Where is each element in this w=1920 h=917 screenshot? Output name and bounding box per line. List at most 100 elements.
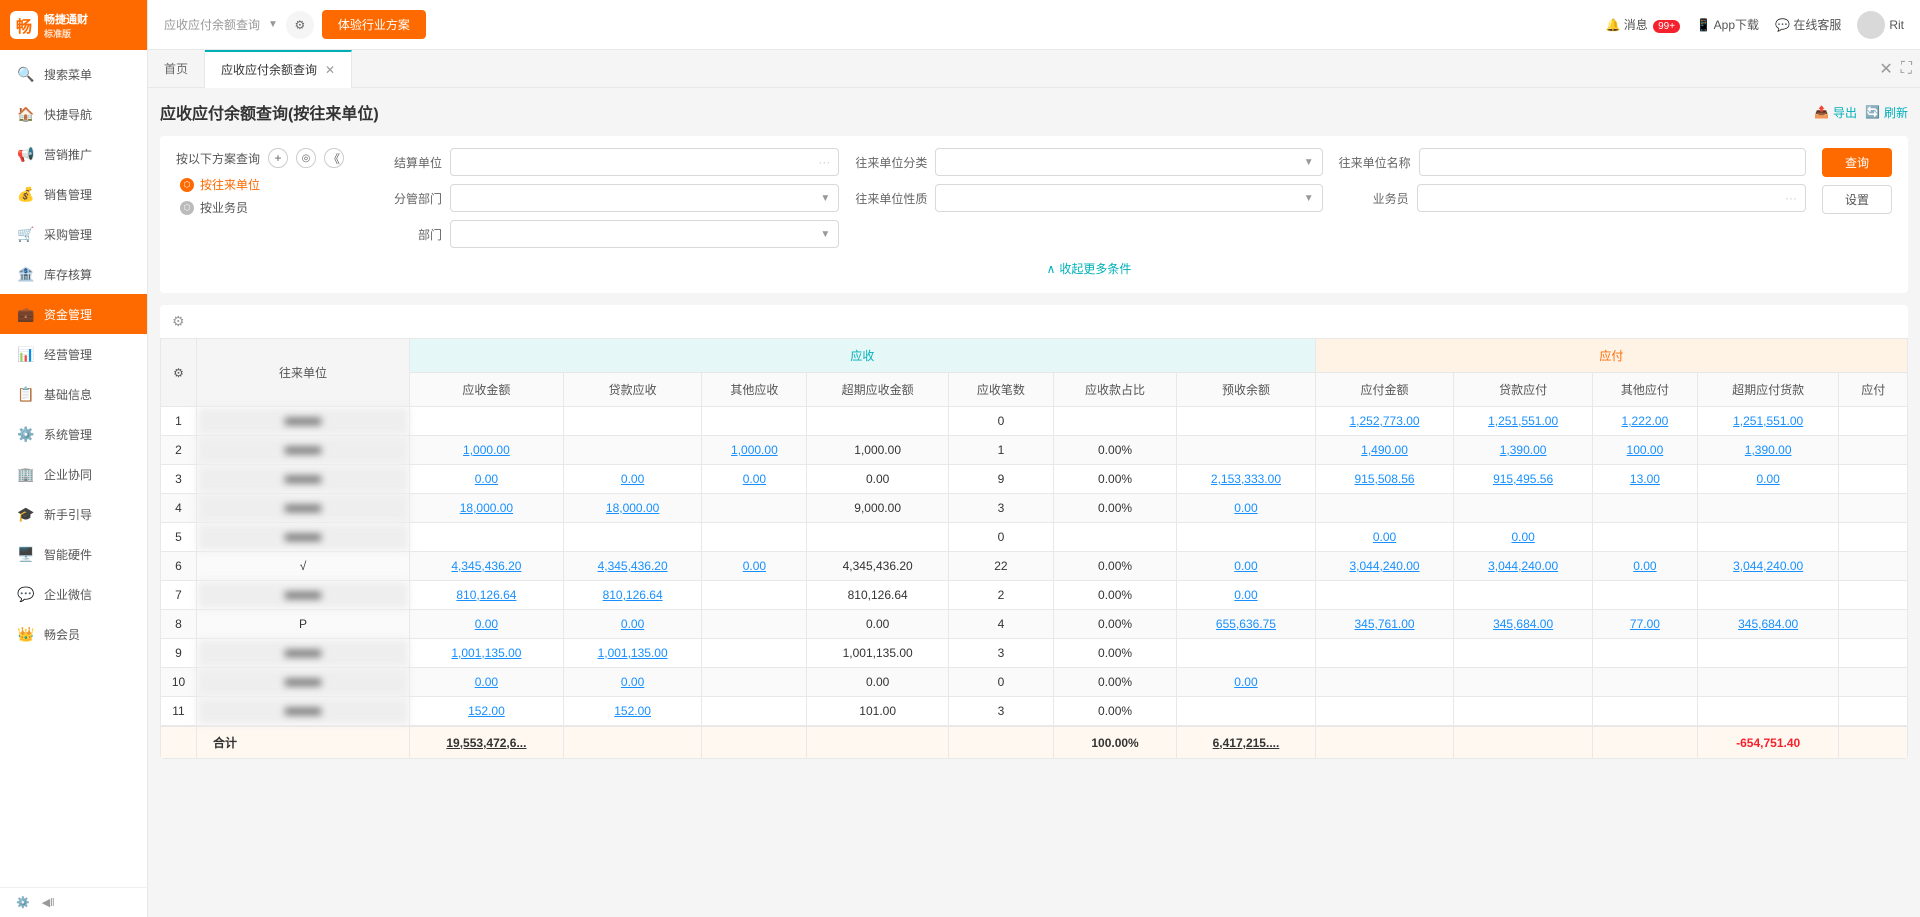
cell-rec-loan[interactable]: 4,345,436.20	[563, 552, 702, 581]
sidebar-settings-btn[interactable]: ⚙️	[16, 896, 30, 909]
cell-rec-prepay[interactable]: 2,153,333.00	[1177, 465, 1316, 494]
cell-pay-other[interactable]: 1,222.00	[1592, 407, 1697, 436]
cell-rec-prepay[interactable]: 0.00	[1177, 581, 1316, 610]
sidebar-item-sales[interactable]: 💰 销售管理	[0, 174, 147, 214]
filter-target-btn[interactable]: ◎	[296, 148, 316, 168]
sidebar-item-system[interactable]: ⚙️ 系统管理	[0, 414, 147, 454]
filter-dept-input[interactable]: ▼	[450, 184, 839, 212]
cell-rec-amount[interactable]: 0.00	[410, 465, 564, 494]
filter-add-btn[interactable]: +	[268, 148, 288, 168]
cell-rec-loan[interactable]: 1,001,135.00	[563, 639, 702, 668]
cell-rec-loan[interactable]: 152.00	[563, 697, 702, 727]
cell-rec-prepay[interactable]: 0.00	[1177, 494, 1316, 523]
filter-collapse-btn[interactable]: 《	[324, 148, 344, 168]
settings-gear-button[interactable]: ⚙	[286, 11, 314, 39]
cell-rec-loan[interactable]: 0.00	[563, 465, 702, 494]
cell-rec-prepay[interactable]: 655,636.75	[1177, 610, 1316, 639]
cell-partner: ■■■■■	[197, 436, 410, 465]
cell-pay-loan[interactable]: 1,251,551.00	[1454, 407, 1593, 436]
filter-settlement-input[interactable]: ···	[450, 148, 839, 176]
cell-rec-other[interactable]: 0.00	[702, 552, 807, 581]
cell-rec-amount[interactable]: 1,000.00	[410, 436, 564, 465]
cell-pay-other[interactable]: 100.00	[1592, 436, 1697, 465]
collapse-more-btn[interactable]: ∧ 收起更多条件	[372, 256, 1806, 281]
cell-pay-amount[interactable]: 0.00	[1315, 523, 1454, 552]
query-button[interactable]: 查询	[1822, 148, 1892, 177]
cell-pay-amount[interactable]: 915,508.56	[1315, 465, 1454, 494]
cell-rec-prepay[interactable]: 0.00	[1177, 552, 1316, 581]
data-table: ⚙ 往来单位 应收 应付 应收金额 贷款应收 其他应收 超期应收金额 应收笔数	[160, 338, 1908, 759]
tab-receivable-query[interactable]: 应收应付余额查询 ✕	[205, 50, 352, 88]
cell-pay-overdue[interactable]: 345,684.00	[1697, 610, 1839, 639]
cell-pay-amount[interactable]: 3,044,240.00	[1315, 552, 1454, 581]
cell-rec-loan[interactable]: 0.00	[563, 610, 702, 639]
solution-button[interactable]: 体验行业方案	[322, 10, 426, 39]
filter-division-input[interactable]: ▼	[450, 220, 839, 248]
cell-pay-loan[interactable]: 345,684.00	[1454, 610, 1593, 639]
tab-home[interactable]: 首页	[148, 50, 205, 88]
cell-rec-other[interactable]: 0.00	[702, 465, 807, 494]
cell-pay-overdue[interactable]: 1,390.00	[1697, 436, 1839, 465]
online-service-btn[interactable]: 💬 在线客服	[1775, 16, 1841, 33]
cell-rec-amount[interactable]: 18,000.00	[410, 494, 564, 523]
cell-rec-amount[interactable]: 1,001,135.00	[410, 639, 564, 668]
cell-rec-amount[interactable]: 4,345,436.20	[410, 552, 564, 581]
cell-rec-amount[interactable]: 0.00	[410, 668, 564, 697]
set-button[interactable]: 设置	[1822, 185, 1892, 214]
cell-rec-other[interactable]: 1,000.00	[702, 436, 807, 465]
filter-salesman-input[interactable]: ···	[1417, 184, 1806, 212]
cell-pay-overdue[interactable]: 1,251,551.00	[1697, 407, 1839, 436]
cell-rec-prepay[interactable]: 0.00	[1177, 668, 1316, 697]
sidebar-item-hardware[interactable]: 🖥️ 智能硬件	[0, 534, 147, 574]
footer-rec-prepay[interactable]: 6,417,215....	[1177, 726, 1316, 759]
cell-pay-amount[interactable]: 345,761.00	[1315, 610, 1454, 639]
cell-pay-loan[interactable]: 1,390.00	[1454, 436, 1593, 465]
cell-pay-other[interactable]: 13.00	[1592, 465, 1697, 494]
tab-close-icon[interactable]: ✕	[325, 63, 335, 77]
sidebar-item-purchase[interactable]: 🛒 采购管理	[0, 214, 147, 254]
cell-pay-amount[interactable]: 1,252,773.00	[1315, 407, 1454, 436]
app-download-btn[interactable]: 📱 App下载	[1696, 16, 1759, 33]
cell-pay-amount[interactable]: 1,490.00	[1315, 436, 1454, 465]
tab-close-all-icon[interactable]: ✕	[1879, 59, 1892, 79]
message-btn[interactable]: 🔔 消息 99+	[1605, 16, 1680, 33]
sidebar-item-search-menu[interactable]: 🔍 搜索菜单	[0, 54, 147, 94]
scheme-by-partner[interactable]: ⬡ 按往来单位	[180, 176, 356, 193]
cell-no: 11	[161, 697, 197, 727]
scheme-by-salesman[interactable]: ⬡ 按业务员	[180, 199, 356, 216]
cell-rec-loan[interactable]: 18,000.00	[563, 494, 702, 523]
tab-expand-icon[interactable]: ⛶	[1901, 60, 1912, 78]
sidebar-item-wechat[interactable]: 💬 企业微信	[0, 574, 147, 614]
cell-pay-overdue[interactable]: 0.00	[1697, 465, 1839, 494]
cell-pay-loan[interactable]: 3,044,240.00	[1454, 552, 1593, 581]
filter-partner-cat-input[interactable]: ▼	[935, 148, 1322, 176]
cell-rec-loan[interactable]: 810,126.64	[563, 581, 702, 610]
cell-pay-overdue[interactable]: 3,044,240.00	[1697, 552, 1839, 581]
sidebar-item-inventory[interactable]: 🏦 库存核算	[0, 254, 147, 294]
sidebar-item-enterprise[interactable]: 🏢 企业协同	[0, 454, 147, 494]
refresh-icon: 🔄	[1865, 105, 1880, 119]
sidebar-item-finance[interactable]: 💼 资金管理	[0, 294, 147, 334]
footer-rec-total[interactable]: 19,553,472,6...	[410, 726, 564, 759]
cell-pay-loan[interactable]: 915,495.56	[1454, 465, 1593, 494]
export-button[interactable]: 📤 导出	[1814, 104, 1857, 121]
sidebar-item-quick-nav[interactable]: 🏠 快捷导航	[0, 94, 147, 134]
filter-partner-type-input[interactable]: ▼	[935, 184, 1322, 212]
cell-rec-amount[interactable]: 810,126.64	[410, 581, 564, 610]
cell-pay-other[interactable]: 0.00	[1592, 552, 1697, 581]
table-gear-icon[interactable]: ⚙	[172, 313, 185, 330]
sidebar-collapse-btn[interactable]: ◀‖	[42, 896, 55, 909]
cell-pay-other[interactable]: 77.00	[1592, 610, 1697, 639]
cell-rec-amount[interactable]: 0.00	[410, 610, 564, 639]
cell-rec-amount[interactable]: 152.00	[410, 697, 564, 727]
sidebar-item-marketing[interactable]: 📢 营销推广	[0, 134, 147, 174]
sidebar-item-guide[interactable]: 🎓 新手引导	[0, 494, 147, 534]
filter-partner-name-input[interactable]	[1419, 148, 1806, 176]
cell-pay-loan[interactable]: 0.00	[1454, 523, 1593, 552]
cell-rec-loan[interactable]: 0.00	[563, 668, 702, 697]
refresh-button[interactable]: 🔄 刷新	[1865, 104, 1908, 121]
sidebar-item-member[interactable]: 👑 畅会员	[0, 614, 147, 654]
sidebar-item-operation[interactable]: 📊 经营管理	[0, 334, 147, 374]
sidebar-item-basic[interactable]: 📋 基础信息	[0, 374, 147, 414]
user-avatar[interactable]: Rit	[1857, 11, 1904, 39]
